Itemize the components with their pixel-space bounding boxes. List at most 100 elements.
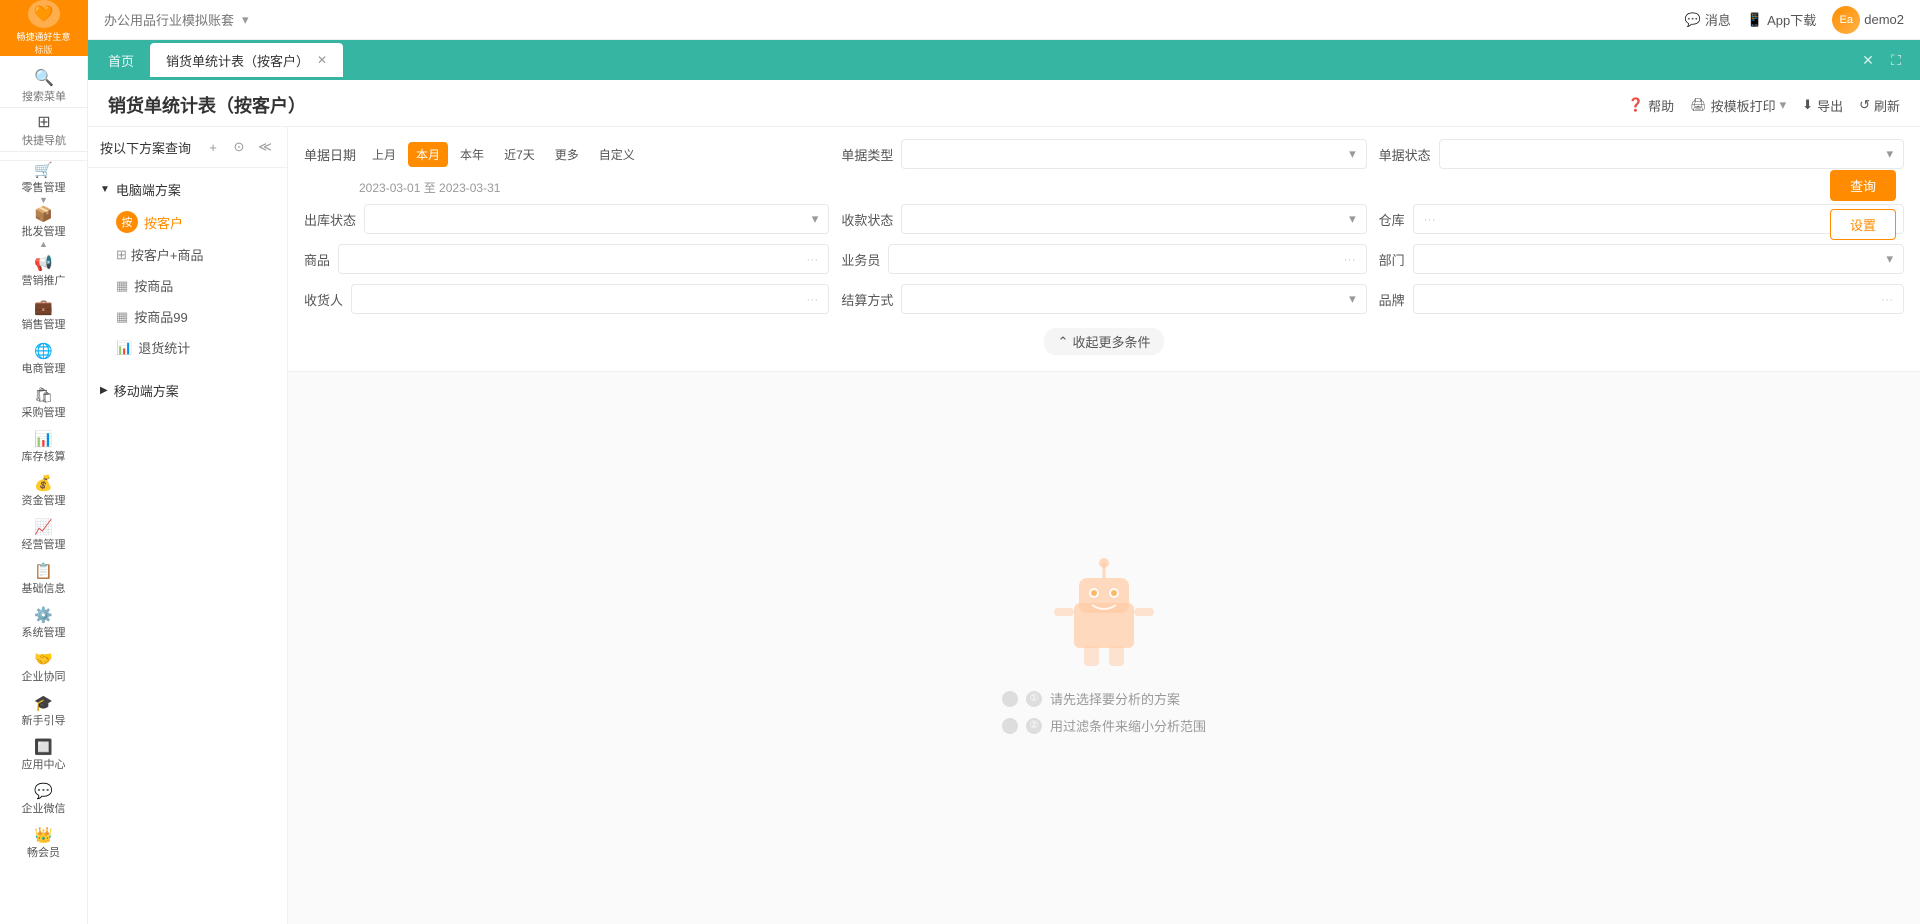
salesperson-control[interactable]: ··· (888, 244, 1366, 274)
scheme-item-by-customer[interactable]: 按 按客户 (88, 205, 287, 239)
sidebar-item-sales[interactable]: 💼 销售管理 (0, 293, 88, 337)
export-btn[interactable]: ⬇ 导出 (1802, 96, 1843, 115)
tab-close-btn[interactable]: ✕ (317, 53, 327, 67)
order-type-control[interactable]: ▾ (901, 139, 1366, 169)
tab-active[interactable]: 销货单统计表（按客户） ✕ (150, 43, 343, 77)
sidebar-item-search[interactable]: 🔍 搜索菜单 (0, 64, 88, 108)
tip-2-num: ② (1026, 718, 1042, 734)
sidebar-item-retail[interactable]: 🛒 零售管理 ▼ (0, 161, 88, 205)
scheme-add-btn[interactable]: + (203, 137, 223, 157)
collapse-btn[interactable]: ⌃ 收起更多条件 (1044, 328, 1165, 355)
collapse-up-icon: ⌃ (1058, 334, 1069, 350)
page-title: 销货单统计表（按客户） (108, 92, 306, 118)
query-btn[interactable]: 查询 (1830, 170, 1896, 201)
tab-active-label: 销货单统计表（按客户） (166, 51, 309, 70)
receipt-status-control[interactable]: ▾ (901, 204, 1366, 234)
template-print-btn[interactable]: 🖨 按模板打印 ▾ (1690, 96, 1786, 115)
user-profile[interactable]: Ea demo2 (1832, 6, 1904, 34)
table-icon: ▦ (116, 278, 128, 294)
scheme-item-returns[interactable]: 📊 退货统计 (88, 332, 287, 363)
sidebar-item-system[interactable]: ⚙️ 系统管理 (0, 601, 88, 645)
sidebar-item-wholesale[interactable]: 📦 批发管理 ▲ (0, 205, 88, 249)
order-status-control[interactable]: ▾ (1439, 139, 1904, 169)
wholesale-icon: 📦 (34, 205, 53, 223)
goods-control[interactable]: ··· (338, 244, 829, 274)
sidebar-newbie-label: 新手引导 (22, 712, 66, 728)
messages-btn[interactable]: 💬 消息 (1685, 10, 1731, 29)
sidebar-operations-label: 经营管理 (22, 536, 66, 552)
sidebar-item-vip[interactable]: 👑 畅会员 (0, 821, 88, 865)
sidebar-item-operations[interactable]: 📈 经营管理 (0, 513, 88, 557)
date-last7-btn[interactable]: 近7天 (496, 142, 543, 167)
message-icon: 💬 (1685, 12, 1701, 28)
scheme-item-customer-goods[interactable]: ⊞ 按客户+商品 (88, 239, 287, 270)
help-btn[interactable]: ❓ 帮助 (1628, 96, 1674, 115)
sidebar-item-quick-nav[interactable]: ⊞ 快捷导航 (0, 108, 88, 152)
date-curr-year-btn[interactable]: 本年 (452, 142, 492, 167)
mobile-group-expand-icon: ▶ (100, 385, 108, 396)
tab-home[interactable]: 首页 (92, 44, 150, 76)
sidebar-system-label: 系统管理 (22, 624, 66, 640)
order-type-label: 单据类型 (841, 145, 893, 164)
inner-layout: 按以下方案查询 + ⊙ ≪ ▼ 电脑端方案 按 (88, 127, 1920, 924)
sidebar-item-ecommerce[interactable]: 🌐 电商管理 (0, 337, 88, 381)
messages-label: 消息 (1705, 10, 1731, 29)
scheme-item-by-goods[interactable]: ▦ 按商品 (88, 270, 287, 301)
filter-salesperson: 业务员 ··· (841, 244, 1366, 274)
order-type-dropdown-icon: ▾ (1349, 146, 1356, 162)
filter-row-2: 出库状态 ▾ 收款状态 ▾ 仓库 (304, 204, 1904, 234)
chart-icon: 📊 (116, 340, 132, 356)
sidebar-item-inventory[interactable]: 📊 库存核算 (0, 425, 88, 469)
wechat-icon: 💬 (34, 782, 53, 800)
department-control[interactable]: ▾ (1413, 244, 1904, 274)
sidebar-item-purchase[interactable]: 🛍 采购管理 (0, 381, 88, 425)
scheme-item-circle: 按 (116, 211, 138, 233)
sidebar-item-marketing[interactable]: 📢 营销推广 (0, 249, 88, 293)
date-curr-month-btn[interactable]: 本月 (408, 142, 448, 167)
sidebar-item-wechat[interactable]: 💬 企业微信 (0, 777, 88, 821)
window-maximize-btn[interactable]: ⛶ (1884, 48, 1908, 72)
industry-dropdown-icon[interactable]: ▾ (242, 12, 249, 28)
out-status-control[interactable]: ▾ (364, 204, 829, 234)
sidebar-item-finance[interactable]: 💰 资金管理 (0, 469, 88, 513)
settlement-label: 结算方式 (841, 290, 893, 309)
sidebar-ecommerce-label: 电商管理 (22, 360, 66, 376)
scheme-item-customer-goods-inner: ⊞ 按客户+商品 (116, 245, 204, 264)
page-actions: ❓ 帮助 🖨 按模板打印 ▾ ⬇ 导出 ↺ 刷新 (1628, 96, 1900, 115)
help-icon: ❓ (1628, 97, 1644, 113)
sidebar-wechat-label: 企业微信 (22, 800, 66, 816)
refresh-btn[interactable]: ↺ 刷新 (1859, 96, 1900, 115)
export-icon: ⬇ (1802, 97, 1813, 113)
scheme-group-mobile-title[interactable]: ▶ 移动端方案 (88, 375, 287, 406)
brand-ellipsis: ··· (1881, 292, 1893, 306)
sidebar-wholesale-label: 批发管理 (22, 223, 66, 239)
newbie-icon: 🎓 (34, 694, 53, 712)
industry-label: 办公用品行业模拟账套 (104, 10, 234, 29)
filter-order-type: 单据类型 ▾ (841, 139, 1366, 169)
sidebar-retail-label: 零售管理 (22, 179, 66, 195)
brand-control[interactable]: ··· (1413, 284, 1904, 314)
date-custom-btn[interactable]: 自定义 (591, 142, 643, 167)
settings-btn[interactable]: 设置 (1830, 209, 1896, 240)
filter-receipt-status: 收款状态 ▾ (841, 204, 1366, 234)
scheme-item-by-goods99[interactable]: ▦ 按商品99 (88, 301, 287, 332)
scheme-collapse-btn[interactable]: ≪ (255, 137, 275, 157)
sidebar-item-enterprise[interactable]: 🤝 企业协同 (0, 645, 88, 689)
sidebar-item-appcenter[interactable]: 🔲 应用中心 (0, 733, 88, 777)
nav-icon: ⊞ (37, 112, 50, 132)
date-prev-month-btn[interactable]: 上月 (364, 142, 404, 167)
recipient-control[interactable]: ··· (351, 284, 829, 314)
out-status-dropdown-icon: ▾ (812, 211, 819, 227)
window-close-btn[interactable]: ✕ (1856, 48, 1880, 72)
help-label: 帮助 (1648, 96, 1674, 115)
app-logo[interactable]: 🧡 畅捷通好生意 标版 (0, 0, 88, 56)
scheme-settings-btn[interactable]: ⊙ (229, 137, 249, 157)
sidebar-item-newbie[interactable]: 🎓 新手引导 (0, 689, 88, 733)
scheme-panel-header: 按以下方案查询 + ⊙ ≪ (88, 127, 287, 168)
scheme-group-pc-title[interactable]: ▼ 电脑端方案 (88, 174, 287, 205)
app-download-btn[interactable]: 📱 App下载 (1747, 10, 1816, 29)
sidebar-search-label: 搜索菜单 (22, 88, 66, 104)
settlement-control[interactable]: ▾ (901, 284, 1366, 314)
sidebar-item-basics[interactable]: 📋 基础信息 (0, 557, 88, 601)
date-more-btn[interactable]: 更多 (547, 142, 587, 167)
